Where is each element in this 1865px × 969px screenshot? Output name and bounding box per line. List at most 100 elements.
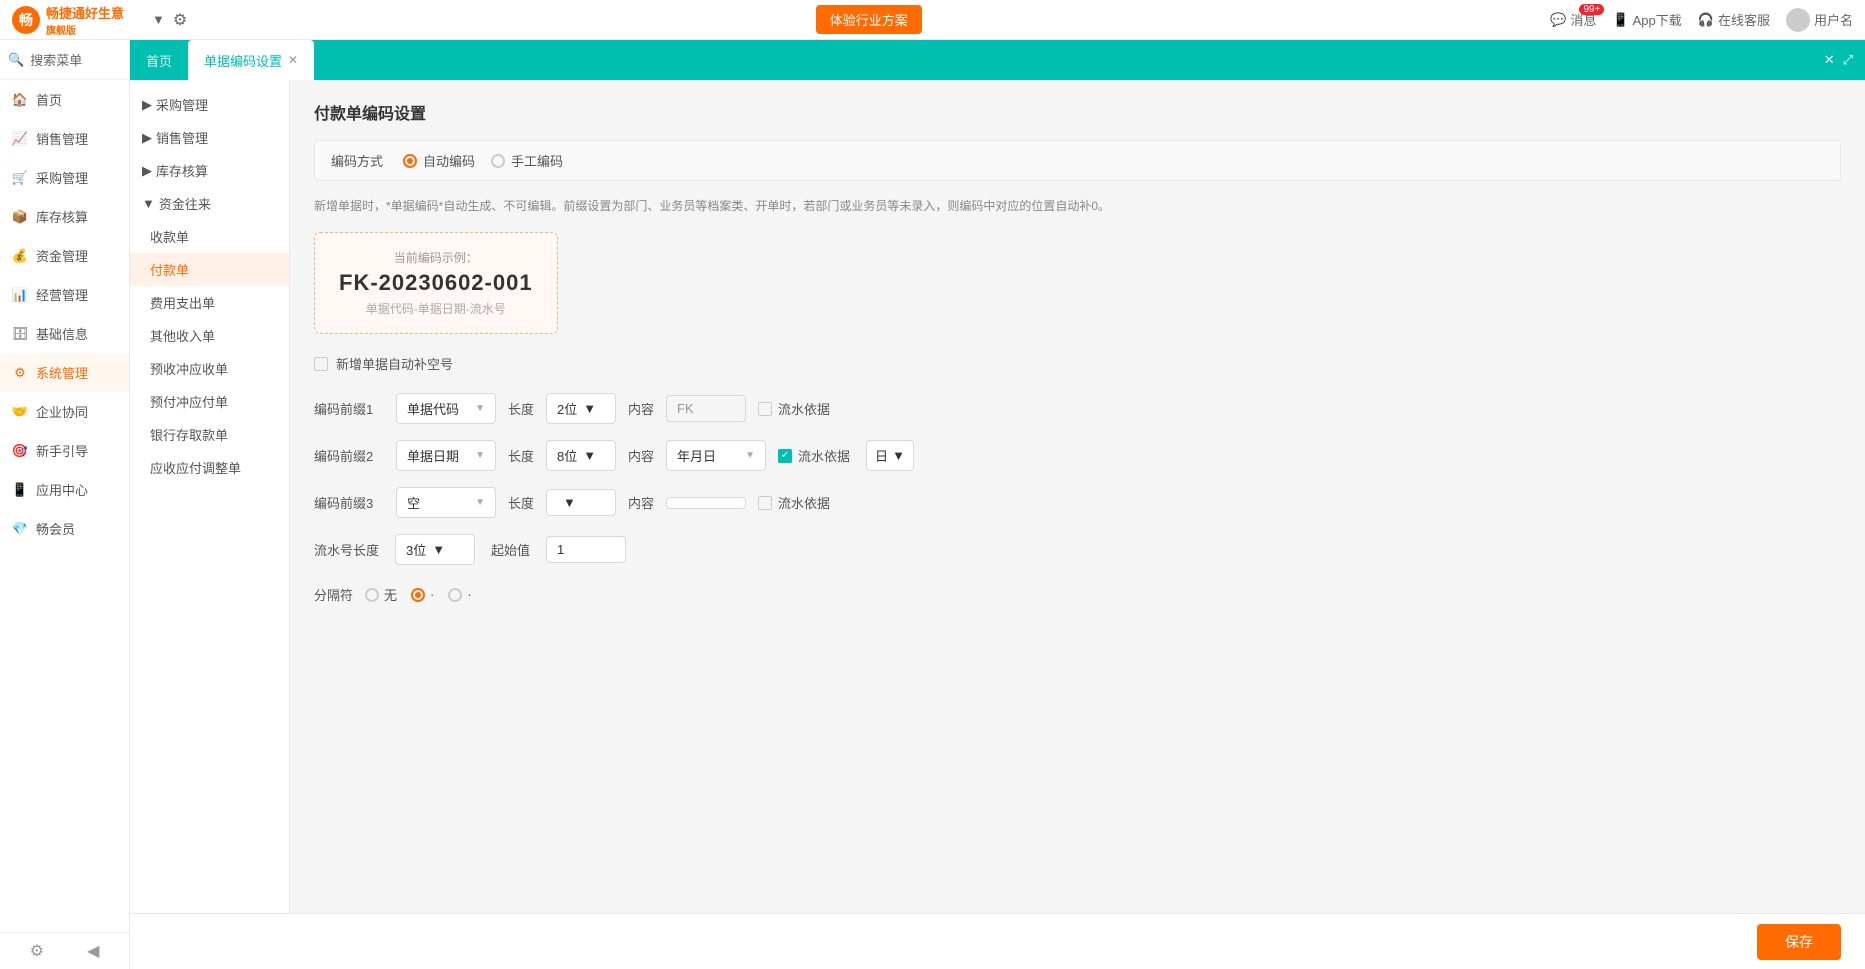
nav-leaf-prepay-payable[interactable]: 预付冲应付单 <box>130 385 289 418</box>
sidebar-item-inventory[interactable]: 📦 库存核算 <box>0 197 129 236</box>
stream1-cb <box>758 402 772 416</box>
length2-select[interactable]: 8位 ▼ <box>546 440 616 471</box>
length2-label: 长度 <box>508 446 534 465</box>
form-title: 付款单编码设置 <box>314 100 1841 124</box>
nav-group-inventory[interactable]: ▶ 库存核算 <box>130 154 289 187</box>
sidebar-item-member[interactable]: 💎 畅会员 <box>0 509 129 548</box>
sidebar-item-operation[interactable]: 📊 经营管理 <box>0 275 129 314</box>
sidebar-settings-icon[interactable]: ⚙ <box>30 941 44 961</box>
manual-encode-radio-dot <box>491 154 505 168</box>
prefix3-select[interactable]: 空 ▼ <box>396 487 496 518</box>
top-bar: 畅 畅捷通好生意 旗舰版 ▼ ⚙ 体验行业方案 💬 消息 99+ 📱 App下载… <box>0 0 1865 40</box>
system-icon: ⚙ <box>12 365 28 381</box>
sidebar-item-sales[interactable]: 📈 销售管理 <box>0 119 129 158</box>
online-service-button[interactable]: 🎧 在线客服 <box>1698 10 1770 29</box>
tab-bar-actions: ✕ ⤢ <box>1824 52 1865 68</box>
stream1-checkbox[interactable]: 流水依据 <box>758 399 830 418</box>
prefix2-caret: ▼ <box>475 450 485 461</box>
tab-close-encoding[interactable]: ✕ <box>288 53 298 67</box>
nav-arrow-fund: ▼ <box>142 196 155 211</box>
top-bar-dropdown[interactable]: ▼ <box>152 12 165 27</box>
start-label: 起始值 <box>491 540 530 559</box>
day-select[interactable]: 日 ▼ <box>866 440 914 471</box>
nav-leaf-prepay-receivable[interactable]: 预收冲应收单 <box>130 352 289 385</box>
tab-home[interactable]: 首页 <box>130 40 188 80</box>
nav-leaf-other-income[interactable]: 其他收入单 <box>130 319 289 352</box>
message-button[interactable]: 💬 消息 99+ <box>1550 10 1596 29</box>
nav-arrow-sales: ▶ <box>142 130 152 146</box>
length1-select[interactable]: 2位 ▼ <box>546 393 616 424</box>
nav-leaf-bank-deposit[interactable]: 银行存取款单 <box>130 418 289 451</box>
nav-leaf-payment[interactable]: 付款单 <box>130 253 289 286</box>
stream3-cb <box>758 496 772 510</box>
auto-encode-radio-dot <box>403 154 417 168</box>
nav-leaf-ap-adjust[interactable]: 应收应付调整单 <box>130 451 289 484</box>
sep-option-dot[interactable]: · <box>448 587 471 602</box>
guide-icon: 🎯 <box>12 443 28 459</box>
sidebar-item-system[interactable]: ⚙ 系统管理 <box>0 353 129 392</box>
operation-icon: 📊 <box>12 287 28 303</box>
content3-input[interactable] <box>666 497 746 509</box>
serial-caret: ▼ <box>432 542 445 557</box>
nav-group-fund[interactable]: ▼ 资金往来 <box>130 187 289 220</box>
prefix3-label: 编码前缀3 <box>314 493 384 512</box>
sidebar-item-enterprise[interactable]: 🤝 企业协同 <box>0 392 129 431</box>
experience-button[interactable]: 体验行业方案 <box>816 5 922 34</box>
separator-label: 分隔符 <box>314 585 353 604</box>
sep-dot-dot <box>448 588 462 602</box>
app-download-button[interactable]: 📱 App下载 <box>1612 10 1681 29</box>
serial-label: 流水号长度 <box>314 540 379 559</box>
prefix2-select[interactable]: 单据日期 ▼ <box>396 440 496 471</box>
save-button[interactable]: 保存 <box>1757 924 1841 960</box>
enterprise-icon: 🤝 <box>12 404 28 420</box>
stream2-cb: ✓ <box>778 449 792 463</box>
sidebar-item-apps[interactable]: 📱 应用中心 <box>0 470 129 509</box>
top-bar-left: 畅 畅捷通好生意 旗舰版 ▼ ⚙ <box>12 3 187 37</box>
auto-fill-checkbox[interactable] <box>314 357 328 371</box>
nav-group-sales[interactable]: ▶ 销售管理 <box>130 121 289 154</box>
content2-select[interactable]: 年月日 ▼ <box>666 440 766 471</box>
logo: 畅 畅捷通好生意 旗舰版 <box>12 3 124 37</box>
basic-icon: 🗄 <box>12 326 28 342</box>
tab-expand-icon[interactable]: ⤢ <box>1843 52 1853 68</box>
sales-icon: 📈 <box>12 131 28 147</box>
separator-row: 分隔符 无 · · <box>314 585 1841 604</box>
auto-encode-radio[interactable]: 自动编码 <box>403 151 475 170</box>
inventory-icon: 📦 <box>12 209 28 225</box>
sidebar-item-guide[interactable]: 🎯 新手引导 <box>0 431 129 470</box>
length3-select[interactable]: ▼ <box>546 489 616 516</box>
tab-close-window[interactable]: ✕ <box>1824 52 1835 68</box>
sidebar-item-purchase[interactable]: 🛒 采购管理 <box>0 158 129 197</box>
length1-label: 长度 <box>508 399 534 418</box>
nav-group-purchase[interactable]: ▶ 采购管理 <box>130 88 289 121</box>
sidebar-item-finance[interactable]: 💰 资金管理 <box>0 236 129 275</box>
prefix1-caret: ▼ <box>475 403 485 414</box>
sidebar-collapse-icon[interactable]: ◀ <box>87 941 99 961</box>
stream3-checkbox[interactable]: 流水依据 <box>758 493 830 512</box>
nav-arrow-purchase: ▶ <box>142 97 152 113</box>
prefix1-select[interactable]: 单据代码 ▼ <box>396 393 496 424</box>
content2-caret: ▼ <box>745 450 755 461</box>
sidebar-item-home[interactable]: 🏠 首页 <box>0 80 129 119</box>
length3-caret: ▼ <box>563 495 576 510</box>
sep-option-dash[interactable]: · <box>411 587 434 602</box>
auto-fill-row: 新增单据自动补空号 <box>314 354 1841 373</box>
sidebar-item-basic[interactable]: 🗄 基础信息 <box>0 314 129 353</box>
user-avatar[interactable]: 用户名 <box>1786 8 1853 32</box>
bottom-bar: 保存 <box>130 913 1865 969</box>
start-value-input[interactable]: 1 <box>546 536 626 563</box>
tab-encoding[interactable]: 单据编码设置 ✕ <box>188 40 314 80</box>
logo-icon: 畅 <box>12 6 40 34</box>
content1-label: 内容 <box>628 399 654 418</box>
logo-text: 畅捷通好生意 旗舰版 <box>46 3 124 37</box>
sidebar-footer: ⚙ ◀ <box>0 932 129 969</box>
serial-length-select[interactable]: 3位 ▼ <box>395 534 475 565</box>
nav-leaf-expense[interactable]: 费用支出单 <box>130 286 289 319</box>
stream2-checkbox[interactable]: ✓ 流水依据 <box>778 446 850 465</box>
manual-encode-radio[interactable]: 手工编码 <box>491 151 563 170</box>
sep-option-none[interactable]: 无 <box>365 585 397 604</box>
nav-leaf-receipt[interactable]: 收款单 <box>130 220 289 253</box>
search-menu[interactable]: 🔍 搜索菜单 <box>0 40 129 80</box>
serial-row: 流水号长度 3位 ▼ 起始值 1 <box>314 534 1841 565</box>
gear-icon[interactable]: ⚙ <box>173 10 187 30</box>
